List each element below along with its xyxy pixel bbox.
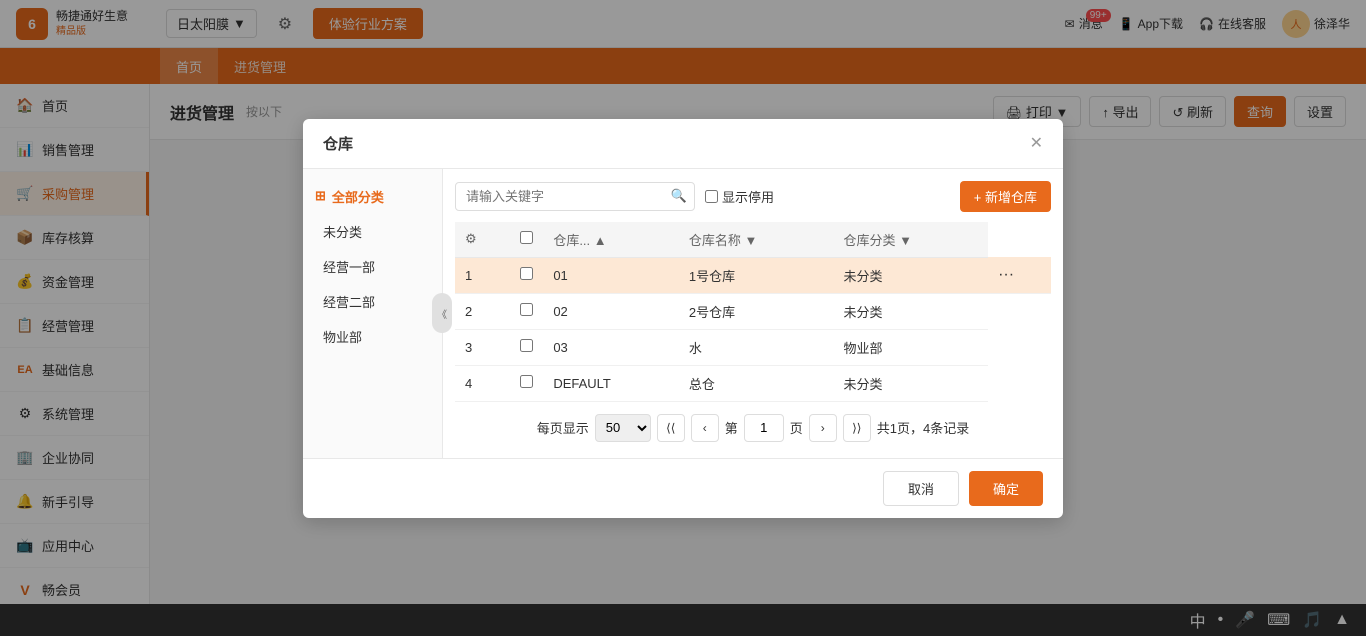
last-page-button[interactable]: ⟩⟩ <box>843 414 871 442</box>
table-area: 🔍 显示停用 + 新增仓库 ⚙ 仓库... ▲ <box>443 169 1063 458</box>
table-row: 1 01 1号仓库 未分类 ··· <box>455 257 1051 293</box>
row-actions[interactable]: ··· <box>988 257 1051 293</box>
table-row: 4 DEFAULT 总仓 未分类 <box>455 365 1051 401</box>
row-name: 水 <box>679 329 834 365</box>
search-wrap: 🔍 <box>455 182 695 211</box>
col-code[interactable]: 仓库... ▲ <box>543 222 679 258</box>
select-all-checkbox[interactable] <box>520 231 533 244</box>
row-category: 未分类 <box>833 365 988 401</box>
category-sidebar: ⊞ 全部分类 未分类 经营一部 经营二部 物业部 《 <box>303 169 443 458</box>
row-num: 3 <box>455 329 510 365</box>
table-header-row: ⚙ 仓库... ▲ 仓库名称 ▼ 仓库分类 ▼ <box>455 222 1051 258</box>
table-row: 2 02 2号仓库 未分类 <box>455 293 1051 329</box>
row-name: 1号仓库 <box>679 257 834 293</box>
row-category: 物业部 <box>833 329 988 365</box>
cancel-button[interactable]: 取消 <box>883 471 959 506</box>
col-name[interactable]: 仓库名称 ▼ <box>679 222 834 258</box>
show-disabled-checkbox[interactable]: 显示停用 <box>705 187 774 206</box>
row-name: 总仓 <box>679 365 834 401</box>
category-operations2[interactable]: 经营二部 <box>303 284 442 319</box>
category-uncategorized[interactable]: 未分类 <box>303 214 442 249</box>
modal-close-button[interactable]: ✕ <box>1030 133 1043 153</box>
table-row: 3 03 水 物业部 <box>455 329 1051 365</box>
warehouse-table: ⚙ 仓库... ▲ 仓库名称 ▼ 仓库分类 ▼ 1 01 1号仓库 <box>455 222 1051 402</box>
prev-page-button[interactable]: ‹ <box>691 414 719 442</box>
next-page-button[interactable]: › <box>809 414 837 442</box>
col-checkbox <box>510 222 543 258</box>
row-category: 未分类 <box>833 257 988 293</box>
page-number-input[interactable] <box>744 414 784 442</box>
row-checkbox-cell[interactable] <box>510 293 543 329</box>
row-checkbox-cell[interactable] <box>510 257 543 293</box>
table-toolbar: 🔍 显示停用 + 新增仓库 <box>455 181 1051 212</box>
row-num: 4 <box>455 365 510 401</box>
category-property[interactable]: 物业部 <box>303 319 442 354</box>
row-checkbox-cell[interactable] <box>510 365 543 401</box>
modal-footer: 取消 确定 <box>303 458 1063 518</box>
row-code: DEFAULT <box>543 365 679 401</box>
category-operations1[interactable]: 经营一部 <box>303 249 442 284</box>
row-category: 未分类 <box>833 293 988 329</box>
first-page-button[interactable]: ⟨⟨ <box>657 414 685 442</box>
row-code: 02 <box>543 293 679 329</box>
search-input[interactable] <box>455 182 695 211</box>
show-disabled-input[interactable] <box>705 190 718 203</box>
grid-icon: ⊞ <box>315 188 326 204</box>
row-checkbox-cell[interactable] <box>510 329 543 365</box>
category-all[interactable]: ⊞ 全部分类 <box>303 179 442 214</box>
modal-backdrop: 仓库 ✕ ⊞ 全部分类 未分类 经营一部 经营二部 物业部 《 <box>0 0 1366 636</box>
search-icon: 🔍 <box>671 188 687 204</box>
row-num: 2 <box>455 293 510 329</box>
row-code: 01 <box>543 257 679 293</box>
modal-header: 仓库 ✕ <box>303 119 1063 169</box>
collapse-sidebar-button[interactable]: 《 <box>432 293 452 333</box>
confirm-button[interactable]: 确定 <box>969 471 1043 506</box>
modal-title: 仓库 <box>323 133 353 154</box>
page-size-select[interactable]: 50 20 100 <box>595 414 651 442</box>
row-num: 1 <box>455 257 510 293</box>
add-warehouse-button[interactable]: + 新增仓库 <box>960 181 1051 212</box>
modal-body: ⊞ 全部分类 未分类 经营一部 经营二部 物业部 《 🔍 <box>303 169 1063 458</box>
row-code: 03 <box>543 329 679 365</box>
col-settings: ⚙ <box>455 222 510 258</box>
warehouse-modal: 仓库 ✕ ⊞ 全部分类 未分类 经营一部 经营二部 物业部 《 <box>303 119 1063 518</box>
pagination: 每页显示 50 20 100 ⟨⟨ ‹ 第 页 › ⟩⟩ 共1页，4条记录 <box>455 402 1051 446</box>
row-name: 2号仓库 <box>679 293 834 329</box>
col-category[interactable]: 仓库分类 ▼ <box>833 222 988 258</box>
